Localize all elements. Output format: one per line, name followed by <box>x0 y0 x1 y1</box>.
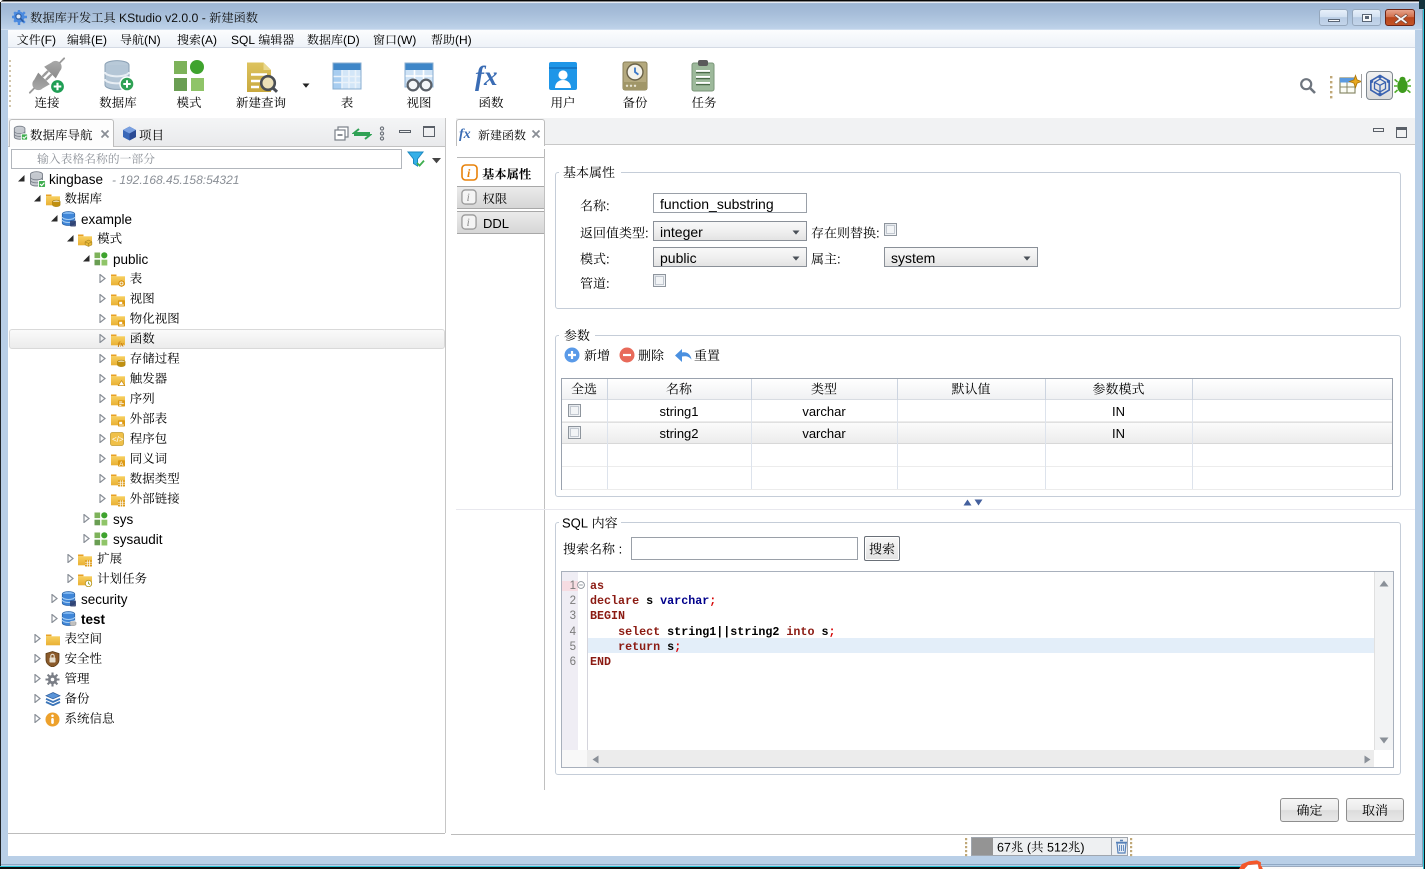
svg-text:i: i <box>467 192 470 204</box>
svg-text:</>: </> <box>112 435 124 444</box>
svg-text:i: i <box>467 217 470 229</box>
svg-text:fx: fx <box>118 340 124 347</box>
svg-text:fx: fx <box>475 61 498 91</box>
svg-text:fx: fx <box>459 127 471 141</box>
